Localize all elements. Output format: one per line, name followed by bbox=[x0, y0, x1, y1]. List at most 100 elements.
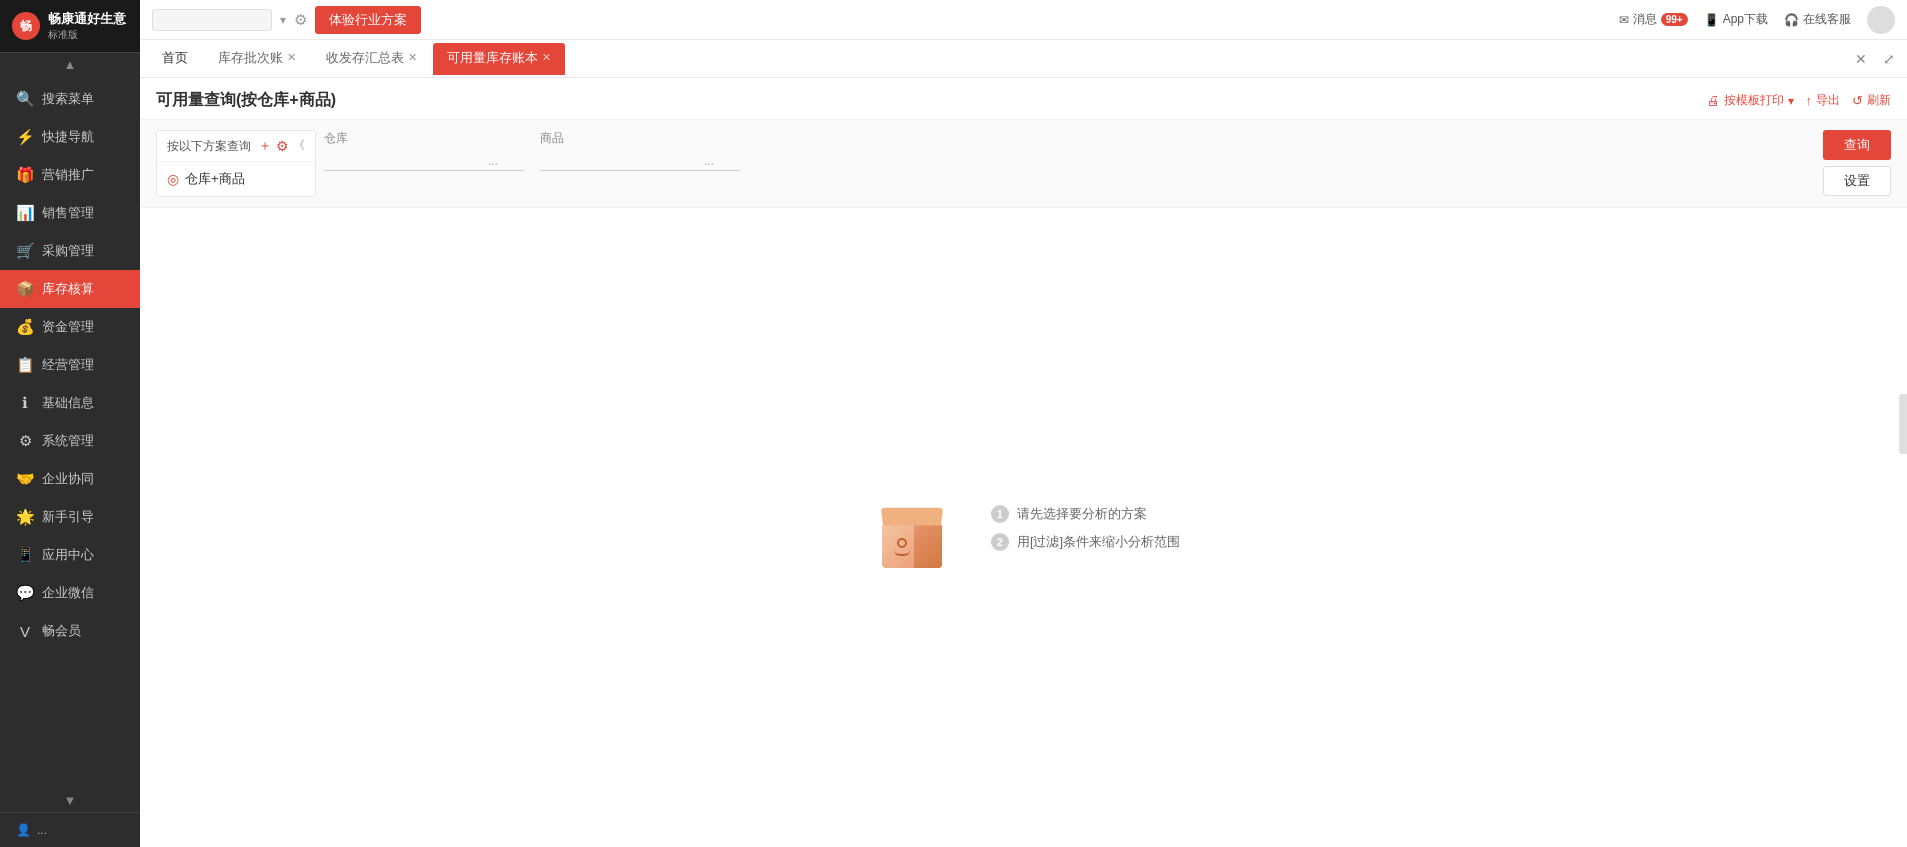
sidebar-item-新手引导[interactable]: 🌟新手引导 bbox=[0, 498, 140, 536]
print-btn[interactable]: 🖨 按模板打印 ▾ bbox=[1707, 92, 1794, 109]
tab-inventory-batch-label: 库存批次账 bbox=[218, 49, 283, 67]
tab-inventory-batch[interactable]: 库存批次账 ✕ bbox=[204, 43, 310, 75]
nav-icon-11: 🌟 bbox=[16, 508, 34, 526]
tab-summary[interactable]: 收发存汇总表 ✕ bbox=[312, 43, 431, 75]
phone-icon: 📱 bbox=[1704, 13, 1719, 27]
refresh-icon: ↺ bbox=[1852, 93, 1863, 108]
nav-label-1: 快捷导航 bbox=[42, 128, 94, 146]
sidebar-scroll-up[interactable]: ▲ bbox=[0, 53, 140, 76]
nav-icon-9: ⚙ bbox=[16, 432, 34, 450]
sidebar-item-资金管理[interactable]: 💰资金管理 bbox=[0, 308, 140, 346]
filter-warehouse: 仓库 ... bbox=[324, 130, 524, 171]
topbar-right: ✉ 消息 99+ 📱 App下载 🎧 在线客服 bbox=[1619, 6, 1895, 34]
query-area: 按以下方案查询 ＋ ⚙ 《 ◎ 仓库+商品 仓库 bbox=[140, 120, 1907, 208]
settings-scheme-btn[interactable]: ⚙ bbox=[276, 137, 289, 155]
empty-tips: 1 请先选择要分析的方案 2 用[过滤]条件来缩小分析范围 bbox=[991, 505, 1180, 551]
home-tab-label: 首页 bbox=[162, 49, 188, 67]
print-icon: 🖨 bbox=[1707, 93, 1720, 108]
gear-icon[interactable]: ⚙ bbox=[294, 11, 307, 29]
sidebar-item-营销推广[interactable]: 🎁营销推广 bbox=[0, 156, 140, 194]
main-area: ▾ ⚙ 体验行业方案 ✉ 消息 99+ 📱 App下载 🎧 在线客服 首页 bbox=[140, 0, 1907, 847]
sidebar-item-企业协同[interactable]: 🤝 企业协同 bbox=[0, 460, 140, 498]
tab-summary-close[interactable]: ✕ bbox=[408, 51, 417, 64]
empty-illustration bbox=[867, 478, 967, 578]
content-area: 可用量查询(按仓库+商品) 🖨 按模板打印 ▾ ↑ 导出 ↺ 刷新 bbox=[140, 78, 1907, 847]
nav-label-12: 应用中心 bbox=[42, 546, 94, 564]
nav-icon-6: 💰 bbox=[16, 318, 34, 336]
nav-icon-4: 🛒 bbox=[16, 242, 34, 260]
sidebar-item-基础信息[interactable]: ℹ基础信息 bbox=[0, 384, 140, 422]
nav-icon-0: 🔍 bbox=[16, 90, 34, 108]
app-logo: 畅 bbox=[12, 12, 40, 40]
sidebar-header: 畅 畅康通好生意 标准版 bbox=[0, 0, 140, 53]
message-btn[interactable]: ✉ 消息 99+ bbox=[1619, 11, 1688, 28]
refresh-btn[interactable]: ↺ 刷新 bbox=[1852, 92, 1891, 109]
warehouse-more-icon[interactable]: ... bbox=[488, 154, 498, 168]
nav-label-7: 经营管理 bbox=[42, 356, 94, 374]
sidebar-item-应用中心[interactable]: 📱应用中心 bbox=[0, 536, 140, 574]
avatar[interactable] bbox=[1867, 6, 1895, 34]
filter-product: 商品 ... bbox=[540, 130, 740, 171]
tab-available-close[interactable]: ✕ bbox=[542, 51, 551, 64]
trial-button[interactable]: 体验行业方案 bbox=[315, 6, 421, 34]
sidebar-nav: 🔍 搜索菜单 ⚡快捷导航🎁营销推广📊销售管理 🛒 采购管理 📦库存核算💰资金管理 📋 经营管理… bbox=[0, 76, 140, 789]
tip-2-text: 用[过滤]条件来缩小分析范围 bbox=[1017, 533, 1180, 551]
scheme-item-label: 仓库+商品 bbox=[185, 170, 245, 188]
sidebar-footer[interactable]: 👤 ... bbox=[0, 812, 140, 847]
collapse-icon[interactable]: 《 bbox=[293, 137, 305, 155]
sidebar-item-快捷导航[interactable]: ⚡快捷导航 bbox=[0, 118, 140, 156]
customer-service-btn[interactable]: 🎧 在线客服 bbox=[1784, 11, 1851, 28]
sidebar-item-采购管理[interactable]: 🛒 采购管理 bbox=[0, 232, 140, 270]
scheme-item-icon: ◎ bbox=[167, 171, 179, 187]
nav-label-4: 采购管理 bbox=[42, 242, 94, 260]
sidebar-item-搜索菜单[interactable]: 🔍 搜索菜单 bbox=[0, 80, 140, 118]
topbar-search-input[interactable] bbox=[152, 9, 272, 31]
scheme-panel: 按以下方案查询 ＋ ⚙ 《 ◎ 仓库+商品 bbox=[156, 130, 316, 197]
nav-label-0: 搜索菜单 bbox=[42, 90, 94, 108]
settings-button[interactable]: 设置 bbox=[1823, 166, 1891, 196]
query-button[interactable]: 查询 bbox=[1823, 130, 1891, 160]
tab-right-controls: ✕ ⤢ bbox=[1851, 49, 1899, 69]
app-download-label: App下载 bbox=[1723, 11, 1768, 28]
sidebar-item-企业微信[interactable]: 💬企业微信 bbox=[0, 574, 140, 612]
footer-icon: 👤 bbox=[16, 823, 31, 837]
app-download-btn[interactable]: 📱 App下载 bbox=[1704, 11, 1768, 28]
empty-state: 1 请先选择要分析的方案 2 用[过滤]条件来缩小分析范围 bbox=[140, 208, 1907, 847]
refresh-label: 刷新 bbox=[1867, 92, 1891, 109]
tip-item-1: 1 请先选择要分析的方案 bbox=[991, 505, 1180, 523]
export-btn[interactable]: ↑ 导出 bbox=[1806, 92, 1841, 109]
query-btn-group: 查询 设置 bbox=[1823, 130, 1891, 196]
nav-icon-14: V bbox=[16, 623, 34, 640]
nav-icon-10: 🤝 bbox=[16, 470, 34, 488]
product-input[interactable] bbox=[540, 153, 700, 168]
scheme-item[interactable]: ◎ 仓库+商品 bbox=[157, 162, 315, 196]
nav-icon-3: 📊 bbox=[16, 204, 34, 222]
message-label: 消息 bbox=[1633, 11, 1657, 28]
tab-inventory-batch-close[interactable]: ✕ bbox=[287, 51, 296, 64]
tab-home[interactable]: 首页 bbox=[148, 43, 202, 75]
tab-available[interactable]: 可用量库存账本 ✕ bbox=[433, 43, 565, 75]
topbar: ▾ ⚙ 体验行业方案 ✉ 消息 99+ 📱 App下载 🎧 在线客服 bbox=[140, 0, 1907, 40]
add-scheme-btn[interactable]: ＋ bbox=[258, 137, 272, 155]
nav-icon-5: 📦 bbox=[16, 280, 34, 298]
product-more-icon[interactable]: ... bbox=[704, 154, 714, 168]
tab-close-btn[interactable]: ✕ bbox=[1851, 49, 1871, 69]
tip-item-2: 2 用[过滤]条件来缩小分析范围 bbox=[991, 533, 1180, 551]
chevron-down-icon[interactable]: ▾ bbox=[280, 13, 286, 27]
warehouse-input[interactable] bbox=[324, 153, 484, 168]
sidebar-item-畅会员[interactable]: V畅会员 bbox=[0, 612, 140, 650]
sidebar-item-销售管理[interactable]: 📊销售管理 bbox=[0, 194, 140, 232]
sidebar-scroll-down[interactable]: ▼ bbox=[0, 789, 140, 812]
nav-label-2: 营销推广 bbox=[42, 166, 94, 184]
footer-label: ... bbox=[37, 823, 47, 837]
nav-label-10: 企业协同 bbox=[42, 470, 94, 488]
headset-icon: 🎧 bbox=[1784, 13, 1799, 27]
sidebar-item-系统管理[interactable]: ⚙系统管理 bbox=[0, 422, 140, 460]
tab-expand-btn[interactable]: ⤢ bbox=[1879, 49, 1899, 69]
product-label: 商品 bbox=[540, 130, 740, 147]
sidebar-item-库存核算[interactable]: 📦库存核算 bbox=[0, 270, 140, 308]
warehouse-label: 仓库 bbox=[324, 130, 524, 147]
tab-available-label: 可用量库存账本 bbox=[447, 49, 538, 67]
nav-icon-7: 📋 bbox=[16, 356, 34, 374]
sidebar-item-经营管理[interactable]: 📋 经营管理 bbox=[0, 346, 140, 384]
